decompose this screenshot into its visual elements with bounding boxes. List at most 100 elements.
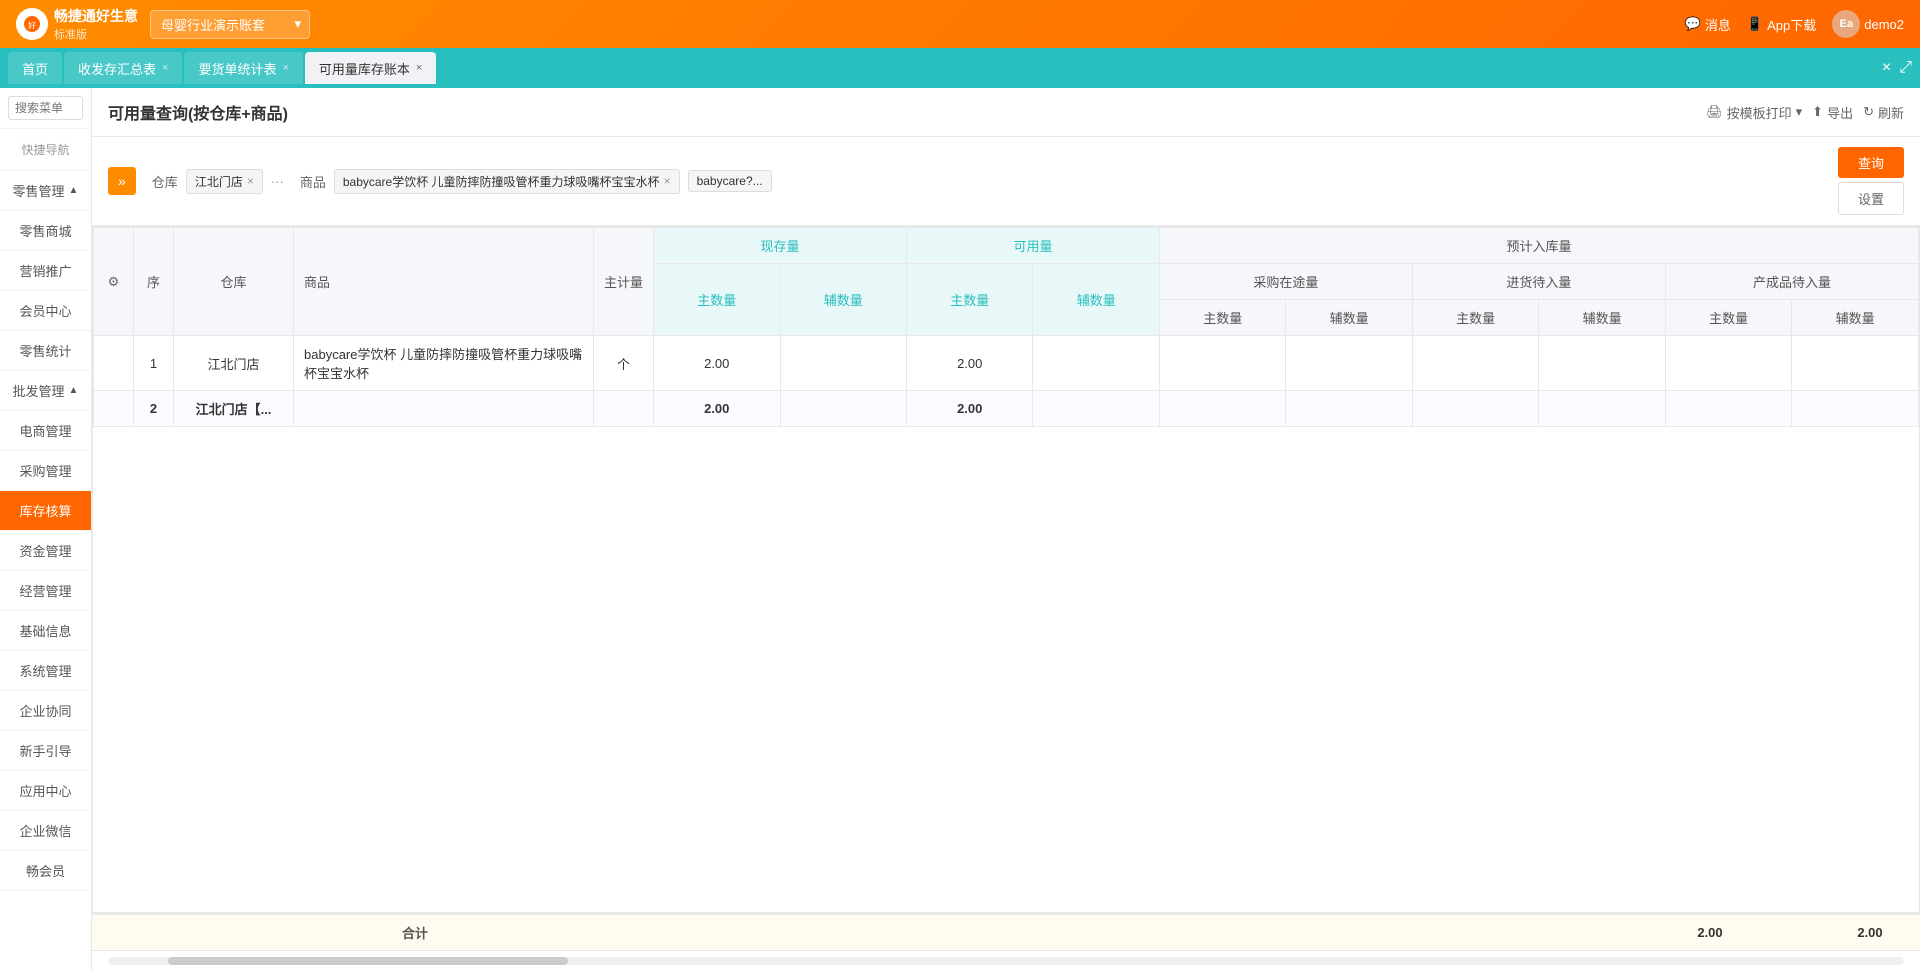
- product-tag1-close[interactable]: ×: [664, 174, 671, 188]
- header-right: 💬 消息 📱 App下载 Ea demo2: [1685, 10, 1904, 38]
- svg-text:好: 好: [28, 20, 36, 30]
- query-button[interactable]: 查询: [1838, 147, 1904, 178]
- warehouse-more[interactable]: ···: [271, 174, 284, 189]
- sidebar-item-wholesale-mgmt[interactable]: 批发管理 ▲: [0, 371, 91, 411]
- col-finished-main: 主数量: [1665, 300, 1791, 336]
- col-finished-aux: 辅数量: [1792, 300, 1919, 336]
- footer-label: 合计: [392, 923, 438, 942]
- sidebar-item-inventory[interactable]: 库存核算: [0, 491, 91, 531]
- user-menu[interactable]: Ea demo2: [1832, 10, 1904, 38]
- search-input[interactable]: [8, 96, 83, 120]
- chevron-icon-2: ▲: [69, 385, 79, 396]
- page-title: 可用量查询(按仓库+商品): [108, 100, 288, 124]
- col-expected-inbound-header: 预计入库量: [1159, 228, 1918, 264]
- sidebar-item-member-center[interactable]: 会员中心: [0, 291, 91, 331]
- refresh-button[interactable]: ↻ 刷新: [1863, 103, 1904, 122]
- sidebar-item-purchase-mgmt[interactable]: 采购管理: [0, 451, 91, 491]
- col-inbound-aux: 辅数量: [1539, 300, 1665, 336]
- subtotal-num: 2: [134, 391, 174, 427]
- settings-button[interactable]: 设置: [1838, 182, 1904, 215]
- cell-stock-aux: [780, 336, 906, 391]
- cell-purchase-main: [1159, 336, 1285, 391]
- main-layout: 快捷导航 零售管理 ▲ 零售商城 营销推广 会员中心 零售统计 批发管理 ▲ 电…: [0, 88, 1920, 971]
- printer-icon: 🖨: [1706, 104, 1723, 120]
- chevron-down-icon: ▾: [1796, 104, 1803, 120]
- subtotal-inbound-aux: [1539, 391, 1665, 427]
- col-purchase-aux: 辅数量: [1286, 300, 1412, 336]
- logo-area: 好 畅捷通好生意 标准版: [16, 6, 138, 42]
- table-row: 1 江北门店 babycare学饮杯 儿童防摔防撞吸管杯重力球吸嘴杯宝宝水杯 个…: [94, 336, 1919, 391]
- close-tab-stock-summary[interactable]: ×: [162, 62, 168, 74]
- filter-action-group: 查询 设置: [1838, 147, 1904, 215]
- fullscreen-button[interactable]: ⤢: [1899, 59, 1912, 77]
- column-settings-icon[interactable]: ⚙: [108, 274, 120, 289]
- subtotal-inbound-main: [1412, 391, 1538, 427]
- col-num-header: 序: [134, 228, 174, 336]
- subtotal-unit: [594, 391, 654, 427]
- subtotal-warehouse: 江北门店【...: [174, 391, 294, 427]
- tab-order-stats[interactable]: 要货单统计表 ×: [184, 52, 302, 84]
- table-wrapper: ⚙ 序 仓库 商品 主计量 现存量 可用量 预计入库量 主数量 辅数量 主数量: [92, 226, 1920, 913]
- tab-bar: 首页 收发存汇总表 × 要货单统计表 × 可用量库存账本 × × ⤢: [0, 48, 1920, 88]
- sidebar-item-operations[interactable]: 经营管理: [0, 571, 91, 611]
- export-icon: ⬆: [1812, 104, 1823, 120]
- subtotal-purchase-aux: [1286, 391, 1412, 427]
- sidebar-item-enterprise[interactable]: 企业协同: [0, 691, 91, 731]
- scrollbar-thumb[interactable]: [168, 957, 568, 965]
- close-tab-available-stock[interactable]: ×: [416, 62, 422, 74]
- sidebar-item-marketing[interactable]: 营销推广: [0, 251, 91, 291]
- message-icon: 💬: [1685, 16, 1701, 32]
- tab-actions: × ⤢: [1882, 59, 1912, 77]
- tab-stock-summary[interactable]: 收发存汇总表 ×: [64, 52, 182, 84]
- product-tag-2[interactable]: babycare?...: [688, 170, 772, 192]
- sidebar-item-finance[interactable]: 资金管理: [0, 531, 91, 571]
- cell-num: 1: [134, 336, 174, 391]
- warehouse-tag-close[interactable]: ×: [247, 174, 254, 188]
- col-product-header: 商品: [294, 228, 594, 336]
- message-button[interactable]: 💬 消息: [1685, 15, 1731, 34]
- close-tab-order-stats[interactable]: ×: [282, 62, 288, 74]
- warehouse-tag[interactable]: 江北门店 ×: [186, 169, 263, 194]
- tab-available-stock[interactable]: 可用量库存账本 ×: [305, 52, 436, 84]
- cell-inbound-aux: [1539, 336, 1665, 391]
- sidebar-item-app-center[interactable]: 应用中心: [0, 771, 91, 811]
- subtotal-finished-aux: [1792, 391, 1919, 427]
- logo-icon: 好: [16, 8, 48, 40]
- scrollbar-area: [92, 950, 1920, 971]
- product-tag-1[interactable]: babycare学饮杯 儿童防摔防撞吸管杯重力球吸嘴杯宝宝水杯 ×: [334, 169, 680, 194]
- sidebar-item-retail-stats[interactable]: 零售统计: [0, 331, 91, 371]
- sidebar-item-basic-info[interactable]: 基础信息: [0, 611, 91, 651]
- col-available-header: 可用量: [906, 228, 1159, 264]
- col-warehouse-header: 仓库: [174, 228, 294, 336]
- filter-toggle-button[interactable]: »: [108, 167, 136, 195]
- subtotal-settings: [94, 391, 134, 427]
- export-button[interactable]: ⬆ 导出: [1812, 103, 1853, 122]
- template-print-button[interactable]: 🖨 按模板打印 ▾: [1706, 103, 1802, 122]
- footer-available-main: 2.00: [1830, 925, 1910, 940]
- app-download-button[interactable]: 📱 App下载: [1747, 15, 1816, 34]
- tab-home[interactable]: 首页: [8, 52, 62, 84]
- cell-unit: 个: [594, 336, 654, 391]
- subtotal-product: [294, 391, 594, 427]
- sidebar-item-system[interactable]: 系统管理: [0, 651, 91, 691]
- sidebar-item-member[interactable]: 畅会员: [0, 851, 91, 891]
- col-purchase-main: 主数量: [1159, 300, 1285, 336]
- sidebar-item-retail-mgmt[interactable]: 零售管理 ▲: [0, 171, 91, 211]
- top-header: 好 畅捷通好生意 标准版 母婴行业演示账套 ▾ 💬 消息 📱 App下载 Ea …: [0, 0, 1920, 48]
- sidebar-item-ecommerce[interactable]: 电商管理: [0, 411, 91, 451]
- sidebar-item-wechat[interactable]: 企业微信: [0, 811, 91, 851]
- sidebar-item-newcomer[interactable]: 新手引导: [0, 731, 91, 771]
- subtotal-available-aux: [1033, 391, 1159, 427]
- col-inbound-main: 主数量: [1412, 300, 1538, 336]
- industry-selector[interactable]: 母婴行业演示账套 ▾: [150, 10, 310, 39]
- cell-available-main: 2.00: [906, 336, 1032, 391]
- close-all-tabs[interactable]: ×: [1882, 59, 1891, 77]
- cell-finished-main: [1665, 336, 1791, 391]
- col-settings-header: ⚙: [94, 228, 134, 336]
- sidebar-item-retail-mall[interactable]: 零售商城: [0, 211, 91, 251]
- col-available-aux-header: 辅数量: [1033, 264, 1159, 336]
- table-footer: 合计 2.00 2.00: [92, 913, 1920, 950]
- filter-area: » 仓库 江北门店 × ··· 商品 babycare学饮杯 儿童防摔防撞吸管杯…: [92, 137, 1920, 226]
- page-header-actions: 🖨 按模板打印 ▾ ⬆ 导出 ↻ 刷新: [1706, 103, 1904, 122]
- cell-warehouse: 江北门店: [174, 336, 294, 391]
